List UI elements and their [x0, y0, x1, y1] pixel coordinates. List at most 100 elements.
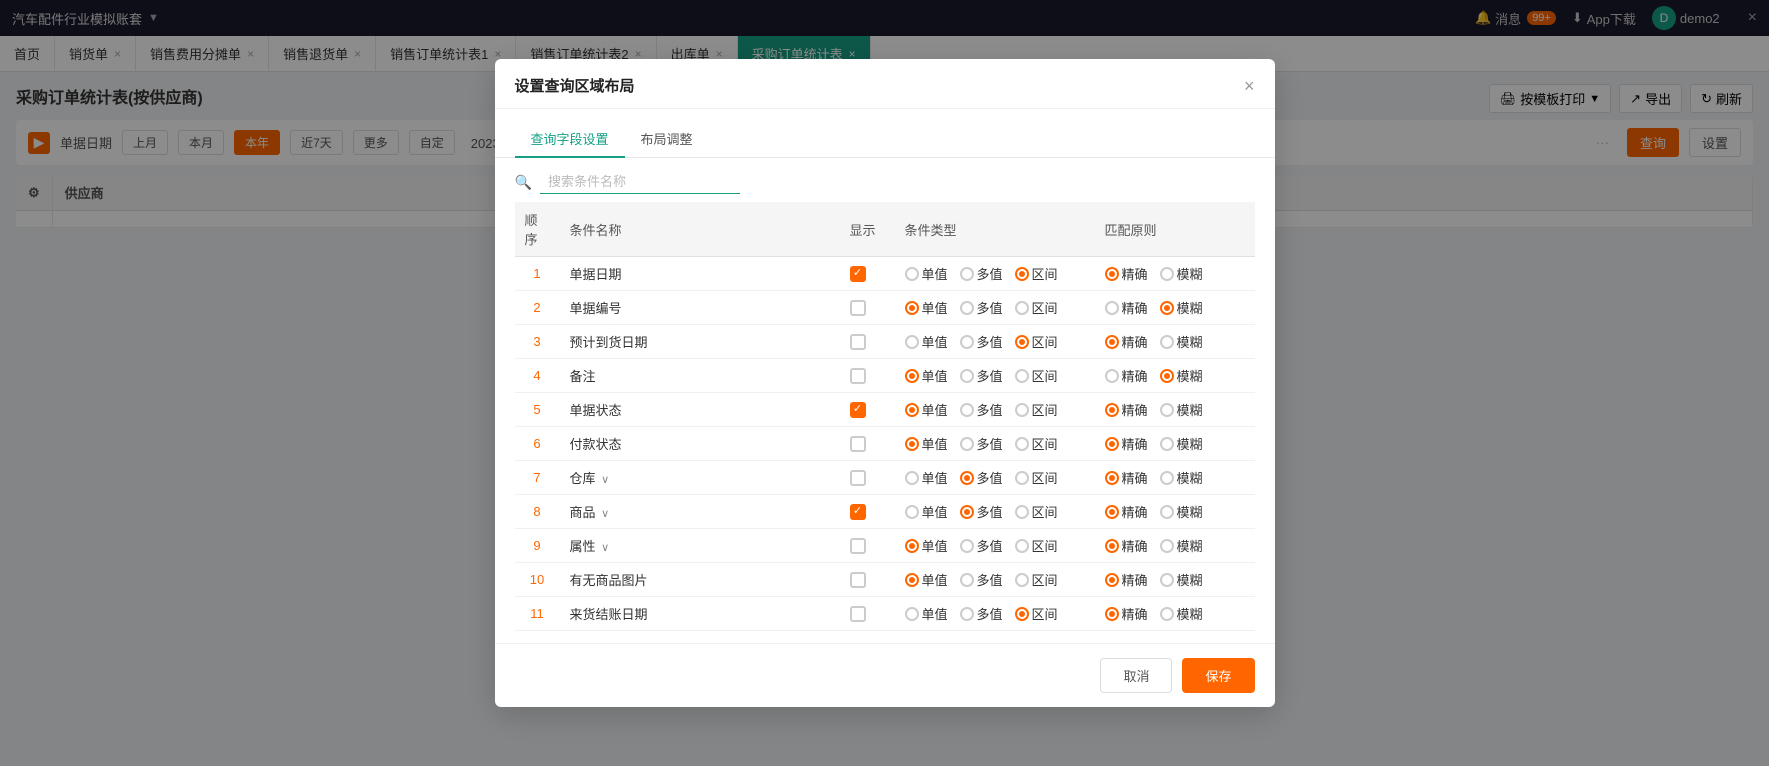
type-radio-区间-row11[interactable]: 区间	[1015, 604, 1058, 623]
match-radio-精确-row2[interactable]: 精确	[1105, 298, 1148, 317]
type-radio-单值-row8[interactable]: 单值	[905, 502, 948, 521]
display-checkbox-10[interactable]	[850, 572, 866, 588]
type-radio-单值-row7[interactable]: 单值	[905, 468, 948, 487]
match-radio-模糊-row5[interactable]: 模糊	[1160, 400, 1203, 419]
display-checkbox-11[interactable]	[850, 606, 866, 622]
type-radio-单值-row5[interactable]: 单值	[905, 400, 948, 419]
radio-circle	[905, 335, 919, 349]
row-display	[840, 359, 895, 393]
display-checkbox-9[interactable]	[850, 538, 866, 554]
display-checkbox-8[interactable]	[850, 504, 866, 520]
match-radio-模糊-row7[interactable]: 模糊	[1160, 468, 1203, 487]
search-input[interactable]	[540, 170, 740, 194]
type-radio-单值-row9[interactable]: 单值	[905, 536, 948, 555]
radio-circle	[1105, 403, 1119, 417]
row-name: 付款状态	[560, 427, 840, 461]
type-radio-多值-row9[interactable]: 多值	[960, 536, 1003, 555]
display-checkbox-2[interactable]	[850, 300, 866, 316]
type-radio-多值-row4[interactable]: 多值	[960, 366, 1003, 385]
expand-arrow[interactable]: ∨	[601, 508, 609, 520]
type-radio-区间-row8[interactable]: 区间	[1015, 502, 1058, 521]
radio-circle	[1105, 301, 1119, 315]
match-radio-精确-row5[interactable]: 精确	[1105, 400, 1148, 419]
type-radio-单值-row1[interactable]: 单值	[905, 264, 948, 283]
modal-close-btn[interactable]: ×	[1244, 77, 1255, 95]
type-radio-多值-row6[interactable]: 多值	[960, 434, 1003, 453]
display-checkbox-4[interactable]	[850, 368, 866, 384]
type-radio-区间-row7[interactable]: 区间	[1015, 468, 1058, 487]
type-radio-区间-row1[interactable]: 区间	[1015, 264, 1058, 283]
match-radio-模糊-row9[interactable]: 模糊	[1160, 536, 1203, 555]
match-radio-精确-row7[interactable]: 精确	[1105, 468, 1148, 487]
radio-circle	[1015, 539, 1029, 553]
radio-circle	[1105, 335, 1119, 349]
radio-circle	[960, 505, 974, 519]
cancel-button[interactable]: 取消	[1100, 658, 1172, 693]
display-checkbox-5[interactable]	[850, 402, 866, 418]
row-display	[840, 427, 895, 461]
match-radio-模糊-row10[interactable]: 模糊	[1160, 570, 1203, 589]
type-radio-多值-row8[interactable]: 多值	[960, 502, 1003, 521]
radio-circle	[1160, 437, 1174, 451]
modal-footer: 取消 保存	[495, 643, 1275, 707]
type-radio-多值-row5[interactable]: 多值	[960, 400, 1003, 419]
save-button[interactable]: 保存	[1182, 658, 1254, 693]
expand-arrow[interactable]: ∨	[601, 542, 609, 554]
radio-circle	[960, 335, 974, 349]
type-radio-单值-row11[interactable]: 单值	[905, 604, 948, 623]
display-checkbox-7[interactable]	[850, 470, 866, 486]
type-radio-单值-row3[interactable]: 单值	[905, 332, 948, 351]
row-match: 精确模糊	[1095, 495, 1255, 529]
radio-circle	[1160, 539, 1174, 553]
match-radio-精确-row10[interactable]: 精确	[1105, 570, 1148, 589]
expand-arrow[interactable]: ∨	[601, 474, 609, 486]
radio-circle	[960, 267, 974, 281]
radio-circle	[1160, 335, 1174, 349]
match-radio-精确-row9[interactable]: 精确	[1105, 536, 1148, 555]
row-name: 仓库 ∨	[560, 461, 840, 495]
modal-tab-query-fields[interactable]: 查询字段设置	[515, 121, 625, 158]
type-radio-区间-row2[interactable]: 区间	[1015, 298, 1058, 317]
type-radio-区间-row5[interactable]: 区间	[1015, 400, 1058, 419]
type-radio-单值-row6[interactable]: 单值	[905, 434, 948, 453]
match-radio-精确-row11[interactable]: 精确	[1105, 604, 1148, 623]
row-display	[840, 563, 895, 597]
type-radio-区间-row9[interactable]: 区间	[1015, 536, 1058, 555]
match-radio-精确-row6[interactable]: 精确	[1105, 434, 1148, 453]
match-radio-模糊-row4[interactable]: 模糊	[1160, 366, 1203, 385]
type-radio-单值-row10[interactable]: 单值	[905, 570, 948, 589]
type-radio-多值-row2[interactable]: 多值	[960, 298, 1003, 317]
type-radio-单值-row2[interactable]: 单值	[905, 298, 948, 317]
row-display	[840, 597, 895, 631]
display-checkbox-6[interactable]	[850, 436, 866, 452]
type-radio-区间-row4[interactable]: 区间	[1015, 366, 1058, 385]
match-radio-精确-row1[interactable]: 精确	[1105, 264, 1148, 283]
type-radio-多值-row10[interactable]: 多值	[960, 570, 1003, 589]
match-radio-模糊-row8[interactable]: 模糊	[1160, 502, 1203, 521]
row-type: 单值多值区间	[895, 461, 1095, 495]
match-radio-模糊-row6[interactable]: 模糊	[1160, 434, 1203, 453]
match-radio-精确-row8[interactable]: 精确	[1105, 502, 1148, 521]
type-radio-单值-row4[interactable]: 单值	[905, 366, 948, 385]
radio-circle	[905, 267, 919, 281]
match-radio-精确-row4[interactable]: 精确	[1105, 366, 1148, 385]
match-radio-精确-row3[interactable]: 精确	[1105, 332, 1148, 351]
type-radio-多值-row3[interactable]: 多值	[960, 332, 1003, 351]
modal-tab-layout[interactable]: 布局调整	[625, 121, 709, 158]
match-radio-模糊-row2[interactable]: 模糊	[1160, 298, 1203, 317]
match-radio-模糊-row3[interactable]: 模糊	[1160, 332, 1203, 351]
type-radio-多值-row11[interactable]: 多值	[960, 604, 1003, 623]
type-radio-区间-row6[interactable]: 区间	[1015, 434, 1058, 453]
type-radio-多值-row1[interactable]: 多值	[960, 264, 1003, 283]
config-table: 顺序 条件名称 显示 条件类型 匹配原则 1单据日期单值多值区间精确模糊2单据编…	[515, 202, 1255, 631]
type-radio-区间-row10[interactable]: 区间	[1015, 570, 1058, 589]
match-radio-模糊-row11[interactable]: 模糊	[1160, 604, 1203, 623]
match-radio-模糊-row1[interactable]: 模糊	[1160, 264, 1203, 283]
type-radio-多值-row7[interactable]: 多值	[960, 468, 1003, 487]
display-checkbox-1[interactable]	[850, 266, 866, 282]
radio-circle	[1160, 403, 1174, 417]
display-checkbox-3[interactable]	[850, 334, 866, 350]
row-match: 精确模糊	[1095, 359, 1255, 393]
type-radio-区间-row3[interactable]: 区间	[1015, 332, 1058, 351]
row-type: 单值多值区间	[895, 393, 1095, 427]
